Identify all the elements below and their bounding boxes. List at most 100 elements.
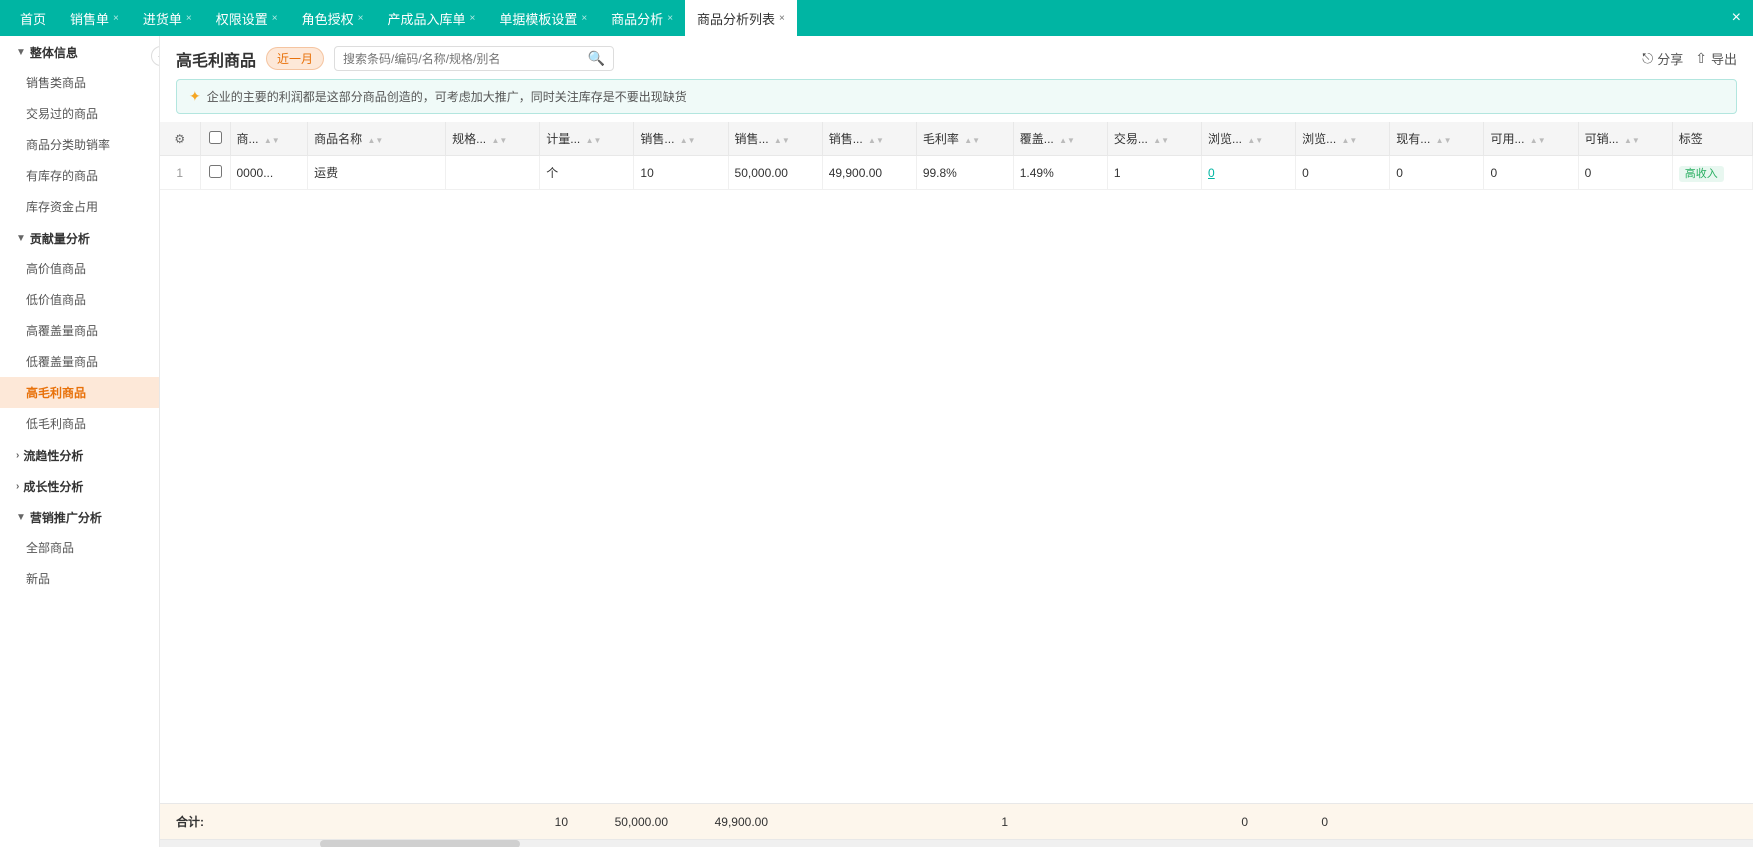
sidebar-group-marketing-title[interactable]: ▼ 营销推广分析 bbox=[0, 501, 159, 532]
export-icon: ⇧ bbox=[1695, 50, 1707, 67]
nav-product-analysis[interactable]: 商品分析 × bbox=[599, 0, 685, 36]
group-title-marketing: 营销推广分析 bbox=[30, 509, 102, 526]
col-code[interactable]: 商... ▲▼ bbox=[230, 122, 308, 156]
nav-product-analysis-label: 商品分析 bbox=[611, 9, 663, 28]
group-title-growth: 成长性分析 bbox=[23, 478, 83, 495]
col-spec[interactable]: 规格... ▲▼ bbox=[446, 122, 540, 156]
sidebar-item-all-goods[interactable]: 全部商品 bbox=[0, 532, 159, 563]
export-label: 导出 bbox=[1711, 49, 1737, 68]
arrow-icon: ▼ bbox=[16, 47, 26, 58]
row-num: 1 bbox=[160, 156, 200, 190]
nav-roles-label: 角色授权 bbox=[302, 9, 354, 28]
footer-label: 合计: bbox=[176, 813, 296, 830]
row-checkbox-cell[interactable] bbox=[200, 156, 230, 190]
sidebar-group-overview-title[interactable]: ▼ 整体信息 bbox=[0, 36, 159, 67]
sidebar-item-sales-goods[interactable]: 销售类商品 bbox=[0, 67, 159, 98]
col-browse1[interactable]: 浏览... ▲▼ bbox=[1202, 122, 1296, 156]
nav-home[interactable]: 首页 bbox=[8, 0, 58, 36]
main-layout: « ▼ 整体信息 销售类商品 交易过的商品 商品分类助销率 有库存的商品 库存资… bbox=[0, 36, 1753, 847]
sidebar-item-in-stock[interactable]: 有库存的商品 bbox=[0, 160, 159, 191]
sort-icon-trade: ▲▼ bbox=[1153, 137, 1169, 145]
row-browse1[interactable]: 0 bbox=[1202, 156, 1296, 190]
sidebar-item-high-coverage[interactable]: 高覆盖量商品 bbox=[0, 315, 159, 346]
arrow-icon-5: ▼ bbox=[16, 512, 26, 523]
footer-total: 合计: 10 50,000.00 49,900.00 1 0 0 bbox=[160, 803, 1753, 839]
sidebar-group-growth-title[interactable]: › 成长性分析 bbox=[0, 470, 159, 501]
col-checkbox[interactable] bbox=[200, 122, 230, 156]
table-header-row: ⚙ 商... ▲▼ 商品名称 ▲▼ bbox=[160, 122, 1753, 156]
sidebar-item-low-gross[interactable]: 低毛利商品 bbox=[0, 408, 159, 439]
col-current[interactable]: 现有... ▲▼ bbox=[1390, 122, 1484, 156]
sidebar-item-low-coverage[interactable]: 低覆盖量商品 bbox=[0, 346, 159, 377]
footer-sale-amt2: 49,900.00 bbox=[676, 815, 776, 829]
nav-product-analysis-list[interactable]: 商品分析列表 × bbox=[685, 0, 797, 36]
col-tag[interactable]: 标签 bbox=[1672, 122, 1752, 156]
col-saleable[interactable]: 可销... ▲▼ bbox=[1578, 122, 1672, 156]
export-button[interactable]: ⇧ 导出 bbox=[1695, 49, 1737, 68]
search-input[interactable] bbox=[343, 52, 584, 66]
sidebar-group-overview: ▼ 整体信息 销售类商品 交易过的商品 商品分类助销率 有库存的商品 库存资金占… bbox=[0, 36, 159, 222]
sort-icon-sale-amt: ▲▼ bbox=[774, 137, 790, 145]
sidebar-item-new-products[interactable]: 新品 bbox=[0, 563, 159, 594]
col-sale-amt2[interactable]: 销售... ▲▼ bbox=[822, 122, 916, 156]
sidebar-item-category-rate[interactable]: 商品分类助销率 bbox=[0, 129, 159, 160]
nav-product-entry-close[interactable]: × bbox=[469, 13, 475, 24]
sort-icon-browse2: ▲▼ bbox=[1342, 137, 1358, 145]
sidebar-group-contribution-title[interactable]: ▼ 贡献量分析 bbox=[0, 222, 159, 253]
sidebar-item-high-gross[interactable]: 高毛利商品 bbox=[0, 377, 159, 408]
sidebar-item-high-value[interactable]: 高价值商品 bbox=[0, 253, 159, 284]
row-sale-amt2: 49,900.00 bbox=[822, 156, 916, 190]
nav-roles[interactable]: 角色授权 × bbox=[290, 0, 376, 36]
nav-template-close[interactable]: × bbox=[581, 13, 587, 24]
nav-purchase[interactable]: 进货单 × bbox=[131, 0, 204, 36]
nav-purchase-close[interactable]: × bbox=[186, 13, 192, 24]
row-current: 0 bbox=[1390, 156, 1484, 190]
col-coverage[interactable]: 覆盖... ▲▼ bbox=[1013, 122, 1107, 156]
share-button[interactable]: ⎋ 分享 bbox=[1642, 49, 1683, 68]
col-name[interactable]: 商品名称 ▲▼ bbox=[308, 122, 446, 156]
sidebar-item-traded-goods[interactable]: 交易过的商品 bbox=[0, 98, 159, 129]
sidebar: « ▼ 整体信息 销售类商品 交易过的商品 商品分类助销率 有库存的商品 库存资… bbox=[0, 36, 160, 847]
nav-sales[interactable]: 销售单 × bbox=[58, 0, 131, 36]
page-title: 高毛利商品 bbox=[176, 47, 256, 71]
col-settings[interactable]: ⚙ bbox=[160, 122, 200, 156]
table-container[interactable]: ⚙ 商... ▲▼ 商品名称 ▲▼ bbox=[160, 122, 1753, 803]
nav-product-entry[interactable]: 产成品入库单 × bbox=[375, 0, 487, 36]
sidebar-item-low-value[interactable]: 低价值商品 bbox=[0, 284, 159, 315]
nav-purchase-label: 进货单 bbox=[143, 9, 182, 28]
group-title-trend: 流趋性分析 bbox=[23, 447, 83, 464]
search-icon[interactable]: 🔍 bbox=[588, 50, 605, 67]
col-usable[interactable]: 可用... ▲▼ bbox=[1484, 122, 1578, 156]
data-table: ⚙ 商... ▲▼ 商品名称 ▲▼ bbox=[160, 122, 1753, 190]
nav-sales-close[interactable]: × bbox=[113, 13, 119, 24]
col-browse2[interactable]: 浏览... ▲▼ bbox=[1296, 122, 1390, 156]
window-close-icon[interactable]: × bbox=[1732, 9, 1741, 27]
row-saleable: 0 bbox=[1578, 156, 1672, 190]
search-box: 🔍 bbox=[334, 46, 614, 71]
time-filter-button[interactable]: 近一月 bbox=[266, 47, 324, 70]
nav-product-analysis-list-close[interactable]: × bbox=[779, 13, 785, 24]
col-unit[interactable]: 计量... ▲▼ bbox=[540, 122, 634, 156]
col-trade[interactable]: 交易... ▲▼ bbox=[1107, 122, 1201, 156]
col-sale-qty[interactable]: 销售... ▲▼ bbox=[634, 122, 728, 156]
row-spec bbox=[446, 156, 540, 190]
arrow-icon-4: › bbox=[16, 481, 19, 492]
footer-usable: 0 bbox=[1256, 815, 1336, 829]
nav-permissions[interactable]: 权限设置 × bbox=[204, 0, 290, 36]
nav-permissions-close[interactable]: × bbox=[272, 13, 278, 24]
nav-product-analysis-close[interactable]: × bbox=[667, 13, 673, 24]
nav-template[interactable]: 单据模板设置 × bbox=[487, 0, 599, 36]
sidebar-group-trend-title[interactable]: › 流趋性分析 bbox=[0, 439, 159, 470]
col-sale-amt[interactable]: 销售... ▲▼ bbox=[728, 122, 822, 156]
content-header: 高毛利商品 近一月 🔍 ⎋ 分享 ⇧ 导出 bbox=[160, 36, 1753, 79]
info-banner: ✦ 企业的主要的利润都是这部分商品创造的，可考虑加大推广，同时关注库存是不要出现… bbox=[176, 79, 1737, 114]
sidebar-item-stock-fund[interactable]: 库存资金占用 bbox=[0, 191, 159, 222]
row-checkbox[interactable] bbox=[209, 165, 222, 178]
select-all-checkbox[interactable] bbox=[209, 131, 222, 144]
nav-roles-close[interactable]: × bbox=[358, 13, 364, 24]
nav-permissions-label: 权限设置 bbox=[216, 9, 268, 28]
collapse-icon: « bbox=[158, 51, 160, 62]
horizontal-scrollbar[interactable] bbox=[160, 839, 1753, 847]
row-gross-rate: 99.8% bbox=[916, 156, 1013, 190]
col-gross-rate[interactable]: 毛利率 ▲▼ bbox=[916, 122, 1013, 156]
